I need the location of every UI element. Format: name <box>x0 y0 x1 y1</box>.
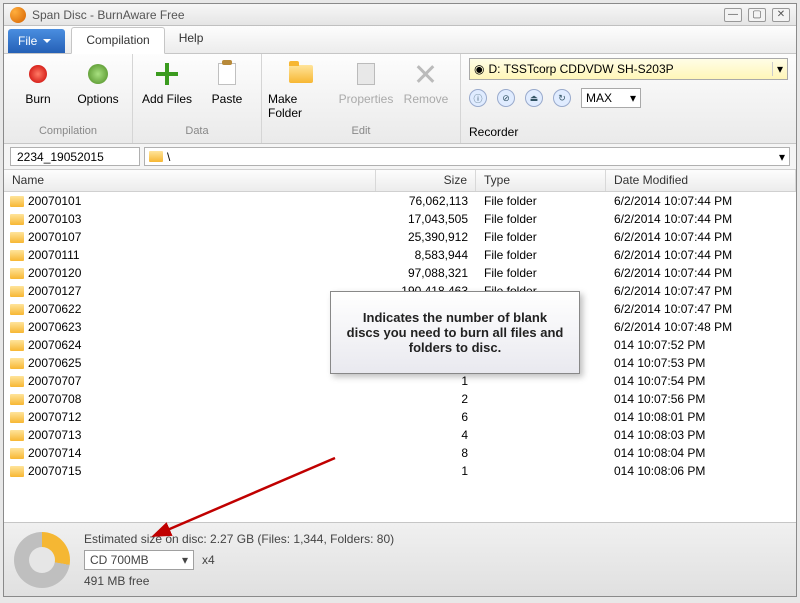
file-menu-button[interactable]: File <box>8 29 65 53</box>
folder-icon <box>10 322 24 333</box>
window-title: Span Disc - BurnAware Free <box>32 8 724 22</box>
minimize-button[interactable]: — <box>724 8 742 22</box>
folder-icon <box>10 376 24 387</box>
recorder-device-combo[interactable]: ◉ D: TSSTcorp CDDVDW SH-S203P ▾ <box>469 58 788 80</box>
disc-icon: ◉ <box>474 62 484 76</box>
chevron-down-icon: ▾ <box>779 150 785 164</box>
folder-icon <box>10 268 24 279</box>
table-row[interactable]: 2007010317,043,505File folder6/2/2014 10… <box>4 210 796 228</box>
table-row[interactable]: 2007010176,062,113File folder6/2/2014 10… <box>4 192 796 210</box>
folder-icon <box>289 65 313 83</box>
maximize-button[interactable]: ▢ <box>748 8 766 22</box>
chevron-down-icon: ▾ <box>182 553 188 567</box>
properties-button: Properties <box>336 56 396 125</box>
estimate-text: Estimated size on disc: 2.27 GB (Files: … <box>84 532 394 546</box>
free-space-text: 491 MB free <box>84 574 394 588</box>
folder-icon <box>10 196 24 207</box>
folder-icon <box>10 430 24 441</box>
chevron-down-icon: ▾ <box>630 91 636 105</box>
tab-help[interactable]: Help <box>165 26 218 53</box>
table-row[interactable]: 200707126014 10:08:01 PM <box>4 408 796 426</box>
recorder-erase-button[interactable]: ⊘ <box>497 89 515 107</box>
caret-down-icon <box>43 39 51 43</box>
folder-icon <box>149 151 163 162</box>
group-caption-data: Data <box>137 125 257 141</box>
folder-icon <box>10 232 24 243</box>
add-icon <box>156 63 178 85</box>
burn-icon <box>29 65 47 83</box>
table-row[interactable]: 200707082014 10:07:56 PM <box>4 390 796 408</box>
recorder-info-button[interactable]: ⓘ <box>469 89 487 107</box>
tutorial-callout: Indicates the number of blank discs you … <box>330 291 580 374</box>
recorder-eject-button[interactable]: ⏏ <box>525 89 543 107</box>
add-files-button[interactable]: Add Files <box>137 56 197 125</box>
tab-compilation[interactable]: Compilation <box>71 27 164 54</box>
col-date[interactable]: Date Modified <box>606 170 796 191</box>
disc-count-multiplier: x4 <box>202 553 215 567</box>
group-caption-edit: Edit <box>266 125 456 141</box>
group-caption-recorder: Recorder <box>469 125 788 139</box>
menubar: File Compilation Help <box>4 26 796 54</box>
app-icon <box>10 7 26 23</box>
properties-icon <box>357 63 375 85</box>
chevron-down-icon: ▾ <box>772 62 783 76</box>
titlebar: Span Disc - BurnAware Free — ▢ ✕ <box>4 4 796 26</box>
burn-button[interactable]: Burn <box>8 56 68 125</box>
make-folder-button[interactable]: Make Folder <box>266 56 336 125</box>
table-row[interactable]: 200707134014 10:08:03 PM <box>4 426 796 444</box>
col-name[interactable]: Name <box>4 170 376 191</box>
table-row[interactable]: 200707148014 10:08:04 PM <box>4 444 796 462</box>
close-button[interactable]: ✕ <box>772 8 790 22</box>
pathbar: \ ▾ <box>4 144 796 170</box>
folder-icon <box>10 286 24 297</box>
folder-icon <box>10 340 24 351</box>
folder-icon <box>10 304 24 315</box>
folder-icon <box>10 358 24 369</box>
folder-icon <box>10 394 24 405</box>
remove-button: Remove <box>396 56 456 125</box>
recorder-refresh-button[interactable]: ↻ <box>553 89 571 107</box>
paste-button[interactable]: Paste <box>197 56 257 125</box>
folder-icon <box>10 466 24 477</box>
ribbon: Burn Options Compilation Add Files Paste <box>4 54 796 144</box>
table-row[interactable]: 2007012097,088,321File folder6/2/2014 10… <box>4 264 796 282</box>
disc-usage-chart <box>14 532 70 588</box>
options-icon <box>88 64 108 84</box>
options-button[interactable]: Options <box>68 56 128 125</box>
paste-icon <box>218 63 236 85</box>
folder-icon <box>10 250 24 261</box>
column-headers: Name Size Type Date Modified <box>4 170 796 192</box>
statusbar: Estimated size on disc: 2.27 GB (Files: … <box>4 522 796 596</box>
table-row[interactable]: 200701118,583,944File folder6/2/2014 10:… <box>4 246 796 264</box>
disc-label-input[interactable] <box>10 147 140 166</box>
folder-icon <box>10 412 24 423</box>
remove-icon <box>415 63 437 85</box>
table-row[interactable]: 2007010725,390,912File folder6/2/2014 10… <box>4 228 796 246</box>
speed-combo[interactable]: MAX ▾ <box>581 88 641 108</box>
col-type[interactable]: Type <box>476 170 606 191</box>
folder-icon <box>10 448 24 459</box>
table-row[interactable]: 200707151014 10:08:06 PM <box>4 462 796 480</box>
disc-type-combo[interactable]: CD 700MB ▾ <box>84 550 194 570</box>
col-size[interactable]: Size <box>376 170 476 191</box>
path-combo[interactable]: \ ▾ <box>144 147 790 166</box>
folder-icon <box>10 214 24 225</box>
group-caption-compilation: Compilation <box>8 125 128 141</box>
table-row[interactable]: 200707071014 10:07:54 PM <box>4 372 796 390</box>
